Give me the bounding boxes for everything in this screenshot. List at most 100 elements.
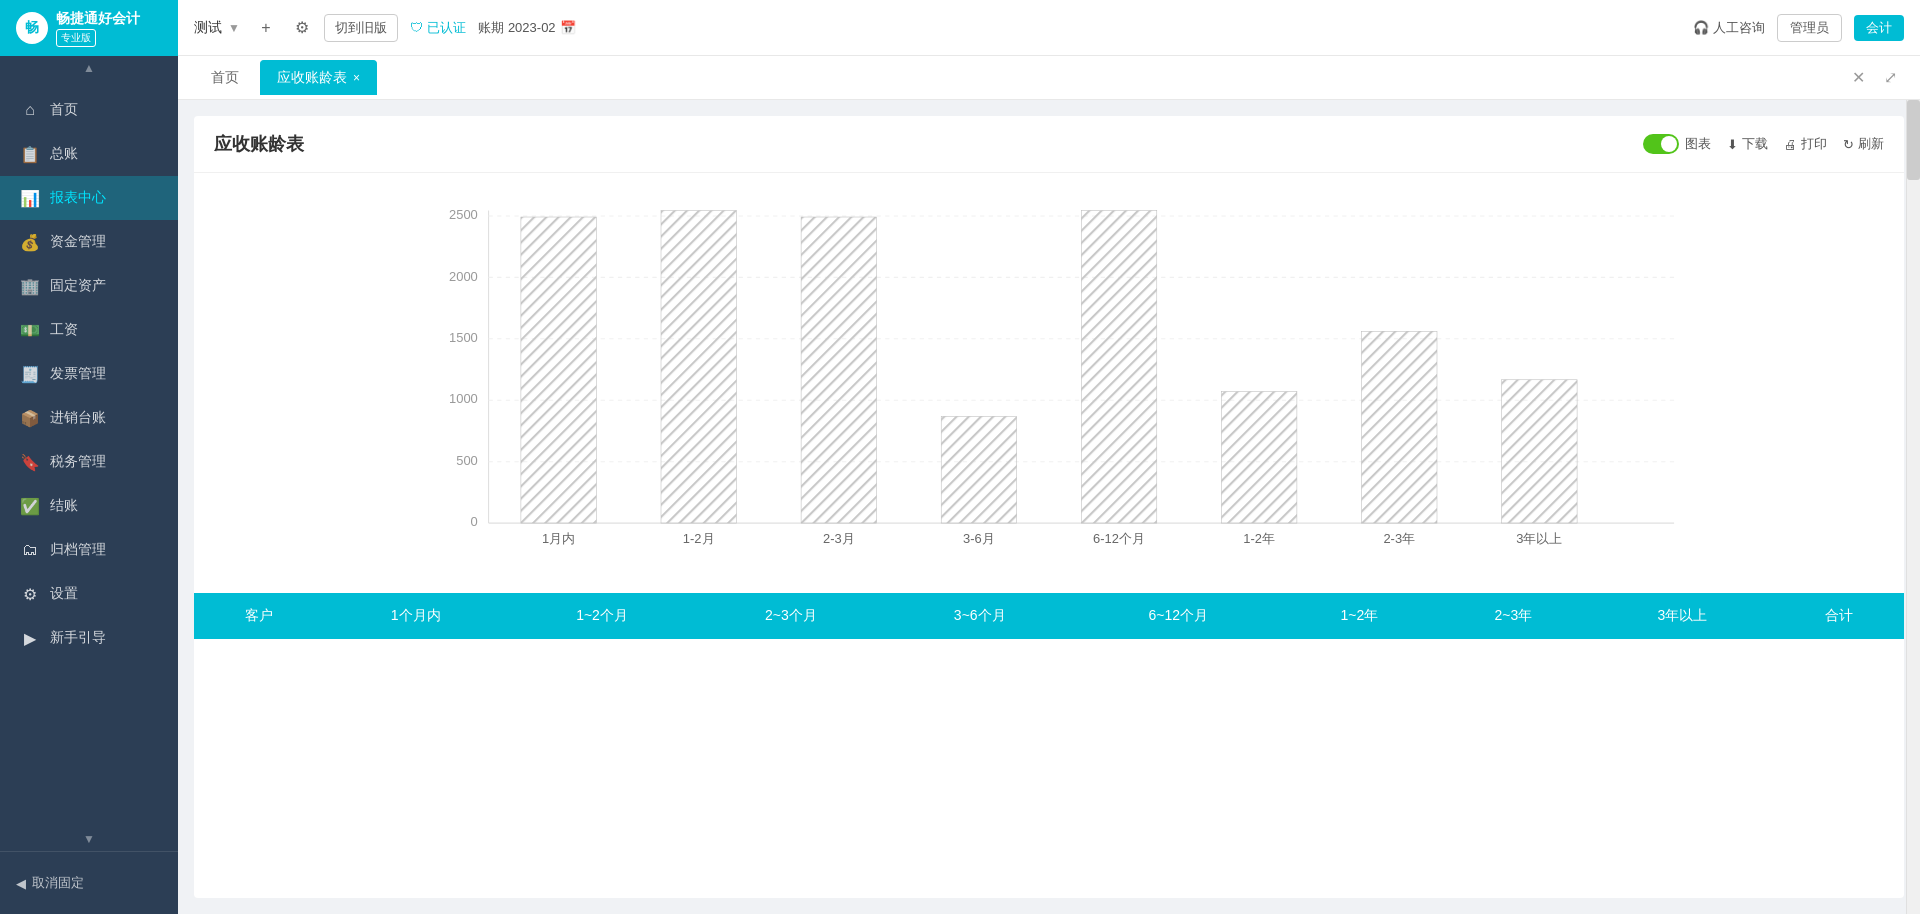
table-header: 客户 1个月内 1~2个月 2~3个月 3~6个月 6~12个月 1~2年 2~… — [194, 593, 1904, 639]
tab-receivable-label: 应收账龄表 — [277, 69, 347, 87]
tab-receivable-aging[interactable]: 应收账龄表 × — [260, 60, 377, 95]
accountant-button[interactable]: 会计 — [1854, 15, 1904, 41]
svg-text:1月内: 1月内 — [542, 531, 575, 546]
refresh-icon: ↻ — [1843, 137, 1854, 152]
bar-1-2年 — [1221, 392, 1296, 523]
download-button[interactable]: ⬇ 下载 — [1727, 135, 1768, 153]
svg-text:2-3年: 2-3年 — [1383, 531, 1415, 546]
report-title: 应收账龄表 — [214, 132, 1643, 156]
tax-icon: 🔖 — [20, 452, 40, 472]
sidebar-item-funds[interactable]: 💰 资金管理 — [0, 220, 178, 264]
chart-toggle-label: 图表 — [1685, 135, 1711, 153]
sidebar-item-label-reports: 报表中心 — [50, 189, 106, 207]
sidebar-item-label-ledger: 总账 — [50, 145, 78, 163]
sidebar-scroll-down[interactable]: ▼ — [0, 827, 178, 851]
sidebar-item-label-purchase-sale: 进销台账 — [50, 409, 106, 427]
cancel-fixed-icon: ◀ — [16, 876, 26, 891]
sidebar-item-settings[interactable]: ⚙ 设置 — [0, 572, 178, 616]
checkout-icon: ✅ — [20, 496, 40, 516]
page-area: 应收账龄表 图表 ⬇ 下载 🖨 打印 ↻ — [178, 100, 1920, 914]
svg-text:2-3月: 2-3月 — [823, 531, 855, 546]
sidebar-scroll-up[interactable]: ▲ — [0, 56, 178, 80]
svg-text:500: 500 — [456, 453, 478, 468]
plus-icon: + — [261, 19, 270, 37]
right-scrollbar[interactable] — [1906, 100, 1920, 914]
table-header-row: 客户 1个月内 1~2个月 2~3个月 3~6个月 6~12个月 1~2年 2~… — [194, 593, 1904, 639]
col-3plus-year: 3年以上 — [1590, 593, 1774, 639]
bar-1月内 — [521, 217, 596, 523]
report-table: 客户 1个月内 1~2个月 2~3个月 3~6个月 6~12个月 1~2年 2~… — [194, 593, 1904, 639]
certified-badge: 🛡 已认证 — [410, 19, 466, 37]
svg-text:0: 0 — [471, 514, 478, 529]
tab-close-window-button[interactable]: ✕ — [1844, 64, 1872, 92]
tab-home[interactable]: 首页 — [194, 60, 256, 95]
sidebar-item-assets[interactable]: 🏢 固定资产 — [0, 264, 178, 308]
project-name: 测试 — [194, 19, 222, 37]
col-1month: 1个月内 — [324, 593, 508, 639]
app-name: 畅捷通好会计 — [56, 9, 140, 27]
add-button[interactable]: + — [252, 14, 280, 42]
sidebar-bottom: ◀ 取消固定 — [0, 851, 178, 914]
topbar-actions: + ⚙ 切到旧版 — [252, 14, 398, 42]
sidebar-item-salary[interactable]: 💵 工资 — [0, 308, 178, 352]
sidebar-item-label-home: 首页 — [50, 101, 78, 119]
salary-icon: 💵 — [20, 320, 40, 340]
purchase-sale-icon: 📦 — [20, 408, 40, 428]
settings-button[interactable]: ⚙ — [288, 14, 316, 42]
calendar-icon[interactable]: 📅 — [560, 20, 576, 35]
sidebar-item-label-salary: 工资 — [50, 321, 78, 339]
tab-home-label: 首页 — [211, 69, 239, 87]
archive-icon: 🗂 — [20, 540, 40, 560]
sidebar-item-label-invoice: 发票管理 — [50, 365, 106, 383]
sidebar-item-label-assets: 固定资产 — [50, 277, 106, 295]
sidebar-item-label-settings: 设置 — [50, 585, 78, 603]
sidebar-item-purchase-sale[interactable]: 📦 进销台账 — [0, 396, 178, 440]
tab-close-icon[interactable]: × — [353, 71, 360, 85]
download-icon: ⬇ — [1727, 137, 1738, 152]
period-info: 账期 2023-02 📅 — [478, 19, 576, 37]
svg-text:1000: 1000 — [449, 391, 478, 406]
bar-2-3年 — [1362, 331, 1437, 523]
sidebar-item-label-archive: 归档管理 — [50, 541, 106, 559]
shield-icon: 🛡 — [410, 20, 423, 35]
assets-icon: 🏢 — [20, 276, 40, 296]
tab-resize-button[interactable]: ⤢ — [1876, 64, 1904, 92]
bar-3年以上 — [1502, 380, 1577, 523]
project-chevron-icon[interactable]: ▼ — [228, 21, 240, 35]
app-logo-icon: 畅 — [16, 12, 48, 44]
bar-2-3月 — [801, 217, 876, 523]
tab-bar: 首页 应收账龄表 × ✕ ⤢ — [178, 56, 1920, 100]
refresh-button[interactable]: ↻ 刷新 — [1843, 135, 1884, 153]
print-icon: 🖨 — [1784, 137, 1797, 152]
gear-icon: ⚙ — [295, 18, 309, 37]
sidebar: 畅 畅捷通好会计 专业版 ▲ ⌂ 首页 📋 总账 📊 报表中心 💰 资金管理 🏢… — [0, 0, 178, 914]
col-6-12month: 6~12个月 — [1074, 593, 1282, 639]
chart-toggle-switch[interactable] — [1643, 134, 1679, 154]
svg-text:3年以上: 3年以上 — [1516, 531, 1562, 546]
sidebar-item-label-funds: 资金管理 — [50, 233, 106, 251]
chart-toggle: 图表 — [1643, 134, 1711, 154]
svg-text:1500: 1500 — [449, 330, 478, 345]
print-button[interactable]: 🖨 打印 — [1784, 135, 1827, 153]
sidebar-item-ledger[interactable]: 📋 总账 — [0, 132, 178, 176]
sidebar-item-archive[interactable]: 🗂 归档管理 — [0, 528, 178, 572]
sidebar-item-invoice[interactable]: 🧾 发票管理 — [0, 352, 178, 396]
bar-1-2月 — [661, 211, 736, 524]
col-customer: 客户 — [194, 593, 324, 639]
sidebar-item-checkout[interactable]: ✅ 结账 — [0, 484, 178, 528]
tab-actions: ✕ ⤢ — [1844, 64, 1904, 92]
sidebar-item-reports[interactable]: 📊 报表中心 — [0, 176, 178, 220]
cancel-fixed-button[interactable]: ◀ 取消固定 — [0, 864, 178, 902]
manager-button[interactable]: 管理员 — [1777, 14, 1842, 42]
main-content: 首页 应收账龄表 × ✕ ⤢ 应收账龄表 图表 ⬇ — [178, 56, 1920, 914]
sidebar-item-tax[interactable]: 🔖 税务管理 — [0, 440, 178, 484]
sidebar-logo: 畅 畅捷通好会计 专业版 — [0, 0, 178, 56]
sidebar-item-home[interactable]: ⌂ 首页 — [0, 88, 178, 132]
sidebar-item-label-checkout: 结账 — [50, 497, 78, 515]
customer-service-button[interactable]: 🎧 人工咨询 — [1693, 19, 1765, 37]
sidebar-item-guide[interactable]: ▶ 新手引导 — [0, 616, 178, 660]
svg-text:1-2月: 1-2月 — [683, 531, 715, 546]
svg-text:1-2年: 1-2年 — [1243, 531, 1275, 546]
old-version-button[interactable]: 切到旧版 — [324, 14, 398, 42]
scrollbar-thumb[interactable] — [1907, 100, 1920, 180]
